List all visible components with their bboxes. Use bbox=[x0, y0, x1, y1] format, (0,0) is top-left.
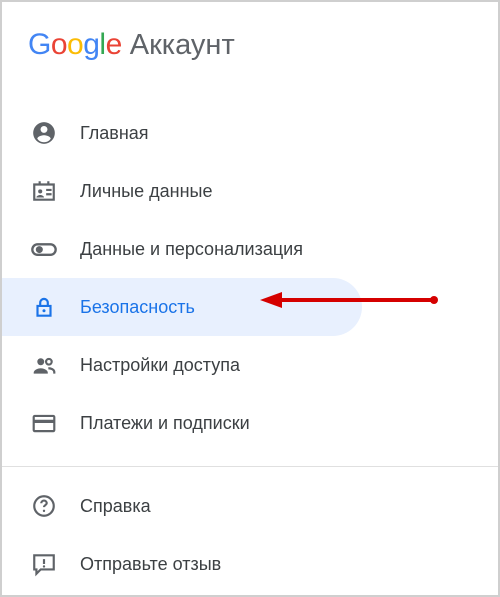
sidebar-item-data-personalization[interactable]: Данные и персонализация bbox=[2, 220, 362, 278]
sidebar-item-label: Платежи и подписки bbox=[80, 413, 250, 434]
sidebar-item-security[interactable]: Безопасность bbox=[2, 278, 362, 336]
sidebar-nav: Главная Личные данные Данные и персонали… bbox=[2, 80, 498, 593]
people-icon bbox=[30, 351, 58, 379]
id-card-icon bbox=[30, 177, 58, 205]
sidebar-item-payments[interactable]: Платежи и подписки bbox=[2, 394, 362, 452]
app-frame: Google Аккаунт Главная Личные данные Дан… bbox=[0, 0, 500, 597]
sidebar-item-label: Настройки доступа bbox=[80, 355, 240, 376]
nav-divider bbox=[2, 466, 498, 467]
sidebar-item-label: Отправьте отзыв bbox=[80, 554, 221, 575]
sidebar-item-help[interactable]: Справка bbox=[2, 477, 362, 535]
app-title: Аккаунт bbox=[130, 29, 235, 62]
sidebar-item-people-sharing[interactable]: Настройки доступа bbox=[2, 336, 362, 394]
credit-card-icon bbox=[30, 409, 58, 437]
sidebar-item-feedback[interactable]: Отправьте отзыв bbox=[2, 535, 362, 593]
app-header: Google Аккаунт bbox=[2, 2, 498, 80]
sidebar-item-label: Главная bbox=[80, 123, 149, 144]
toggle-icon bbox=[30, 235, 58, 263]
sidebar-item-home[interactable]: Главная bbox=[2, 104, 362, 162]
feedback-icon bbox=[30, 550, 58, 578]
google-logo: Google bbox=[28, 28, 122, 62]
lock-icon bbox=[30, 293, 58, 321]
sidebar-item-personal-info[interactable]: Личные данные bbox=[2, 162, 362, 220]
account-circle-icon bbox=[30, 119, 58, 147]
sidebar-item-label: Безопасность bbox=[80, 297, 195, 318]
help-icon bbox=[30, 492, 58, 520]
sidebar-item-label: Личные данные bbox=[80, 181, 212, 202]
sidebar-item-label: Данные и персонализация bbox=[80, 239, 303, 260]
sidebar-item-label: Справка bbox=[80, 496, 151, 517]
